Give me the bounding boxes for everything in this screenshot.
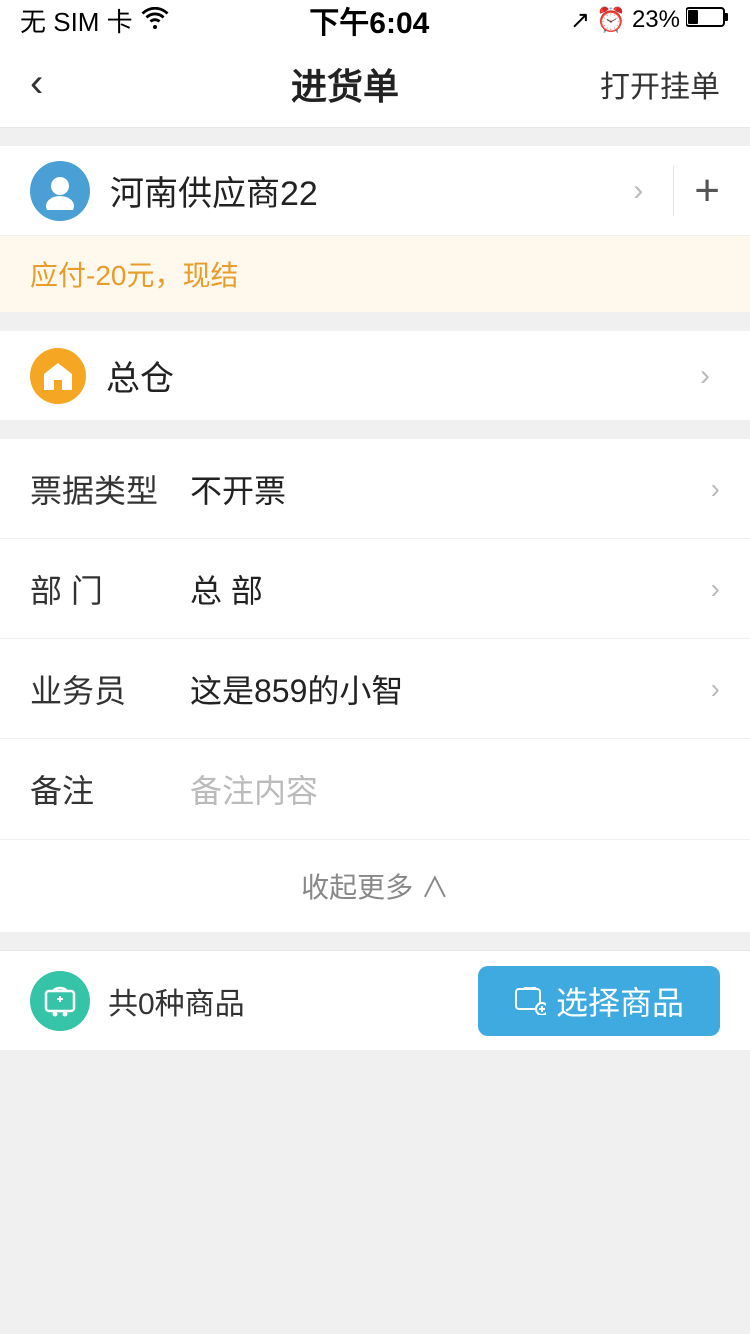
product-count-label: 共0种商品: [108, 979, 478, 1023]
bottom-bar: 共0种商品 选择商品: [0, 950, 750, 1050]
cart-icon: [42, 983, 78, 1019]
select-product-button[interactable]: 选择商品: [478, 966, 720, 1036]
form-section: 票据类型 不开票 › 部 门 总 部 › 业务员 这是859的小智 › 备注 备…: [0, 439, 750, 839]
open-pending-button[interactable]: 打开挂单: [600, 62, 720, 106]
supplier-chevron-icon: ›: [633, 174, 643, 208]
status-right: ↗ ⏰ 23%: [570, 6, 730, 35]
invoice-type-label: 票据类型: [30, 466, 190, 512]
remark-label: 备注: [30, 766, 190, 812]
supplier-row[interactable]: 河南供应商22 › +: [0, 146, 750, 236]
department-row[interactable]: 部 门 总 部 ›: [0, 539, 750, 639]
collapse-button[interactable]: 收起更多 ∧: [0, 839, 750, 932]
warehouse-icon: [30, 348, 86, 404]
invoice-type-row[interactable]: 票据类型 不开票 ›: [0, 439, 750, 539]
back-button[interactable]: ‹: [30, 61, 90, 106]
status-left: 无 SIM 卡: [20, 2, 169, 39]
page-background: [0, 1050, 750, 1310]
warehouse-name: 总仓: [106, 351, 700, 400]
select-product-label: 选择商品: [556, 978, 684, 1024]
page-title: 进货单: [291, 58, 399, 110]
notice-row: 应付-20元，现结: [0, 236, 750, 313]
remark-input[interactable]: 备注内容: [190, 766, 720, 812]
warehouse-chevron-icon: ›: [700, 359, 710, 393]
battery-percent: 23%: [632, 6, 680, 34]
salesperson-chevron-icon: ›: [711, 673, 720, 705]
avatar-person-icon: [41, 172, 79, 210]
location-icon: ↗: [570, 6, 590, 35]
supplier-name: 河南供应商22: [110, 166, 633, 215]
collapse-label: 收起更多 ∧: [301, 872, 449, 903]
invoice-type-value: 不开票: [190, 466, 711, 512]
nav-bar: ‹ 进货单 打开挂单: [0, 40, 750, 128]
department-chevron-icon: ›: [711, 573, 720, 605]
section-divider-4: [0, 932, 750, 950]
sim-status: 无 SIM 卡: [20, 2, 133, 39]
salesperson-label: 业务员: [30, 666, 190, 712]
section-divider-2: [0, 313, 750, 331]
warehouse-row[interactable]: 总仓 ›: [0, 331, 750, 421]
cart-icon-wrap: [30, 971, 90, 1031]
status-bar: 无 SIM 卡 下午6:04 ↗ ⏰ 23%: [0, 0, 750, 40]
invoice-type-chevron-icon: ›: [711, 473, 720, 505]
notice-text: 应付-20元，现结: [30, 260, 238, 291]
salesperson-value: 这是859的小智: [190, 666, 711, 712]
status-time: 下午6:04: [309, 0, 429, 42]
warehouse-house-icon: [42, 360, 74, 392]
section-divider-1: [0, 128, 750, 146]
section-divider-3: [0, 421, 750, 439]
department-label: 部 门: [30, 566, 190, 612]
select-product-icon: [514, 987, 546, 1015]
supplier-avatar: [30, 161, 90, 221]
add-supplier-button[interactable]: +: [694, 169, 720, 213]
salesperson-row[interactable]: 业务员 这是859的小智 ›: [0, 639, 750, 739]
remark-row[interactable]: 备注 备注内容: [0, 739, 750, 839]
battery-icon: [686, 6, 730, 35]
department-value: 总 部: [190, 566, 711, 612]
wifi-icon: [141, 5, 169, 36]
supplier-divider: [673, 166, 674, 216]
alarm-icon: ⏰: [596, 6, 626, 35]
